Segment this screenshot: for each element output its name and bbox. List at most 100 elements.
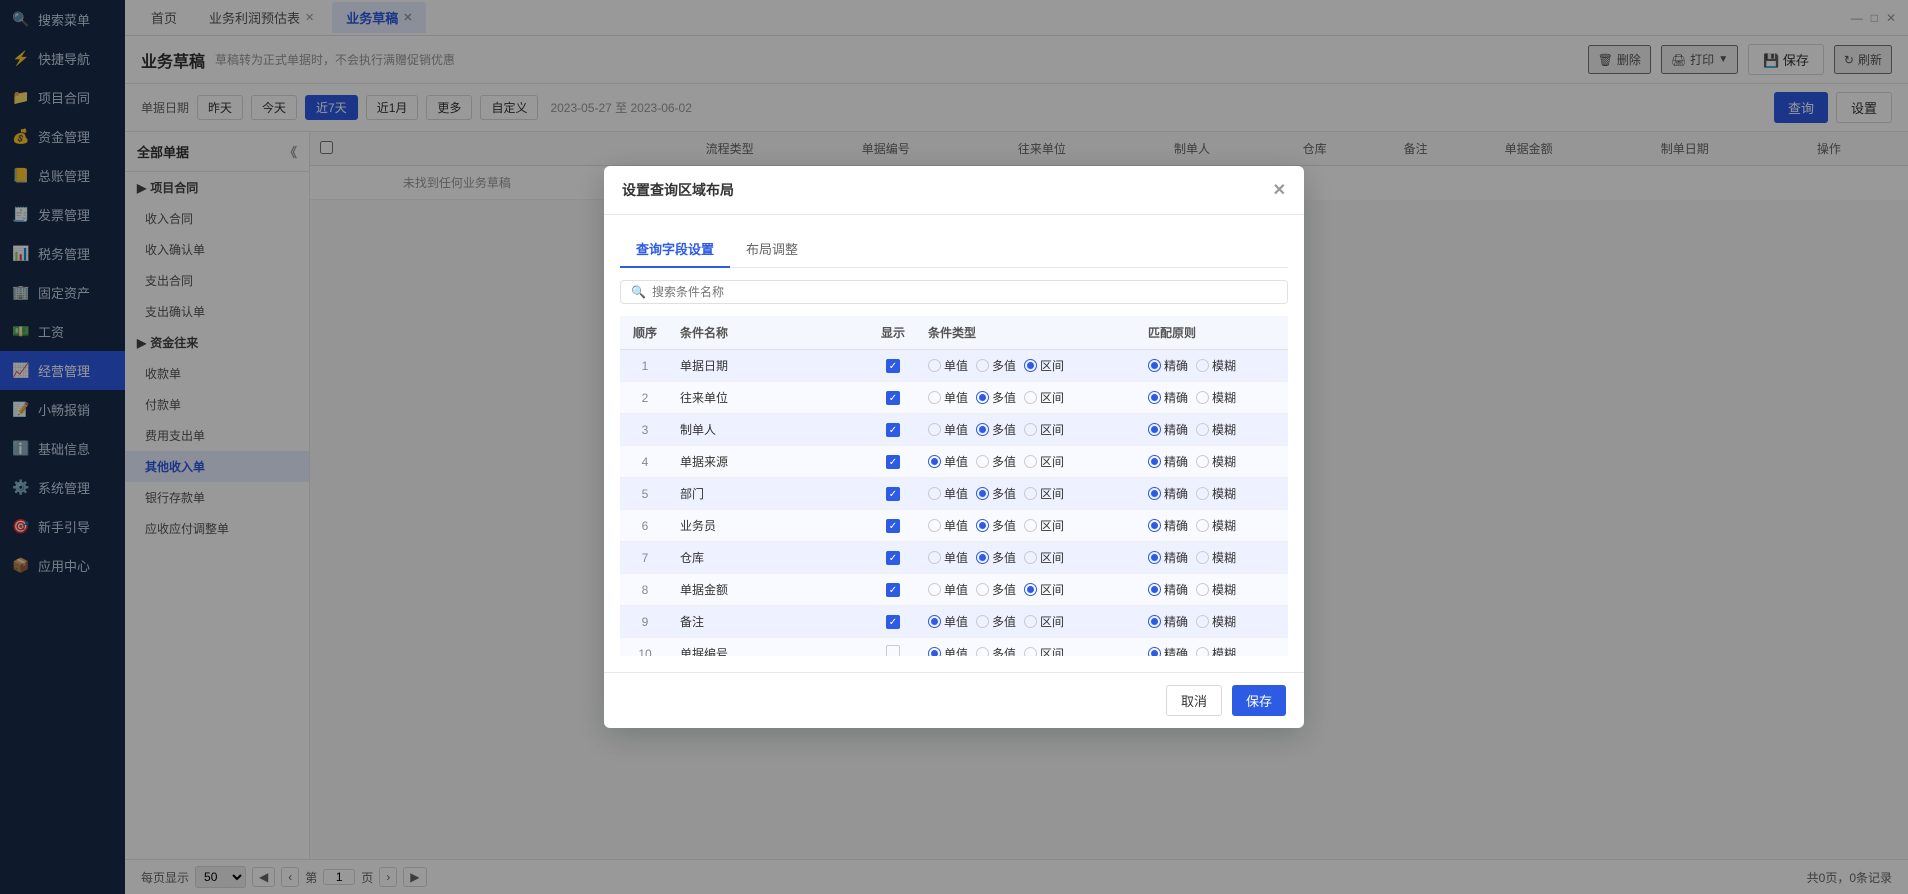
radio-circle xyxy=(976,647,989,656)
row-show-checkbox[interactable]: ✓ xyxy=(868,446,918,478)
radio-circle xyxy=(1196,487,1209,500)
row-match-principle[interactable]: 精确模糊 xyxy=(1138,638,1288,657)
radio-circle xyxy=(1024,615,1037,628)
modal-table-row: 5部门✓单值多值区间精确模糊 xyxy=(620,478,1288,510)
radio-circle xyxy=(1148,391,1161,404)
radio-circle xyxy=(1024,423,1037,436)
modal-tab-layout[interactable]: 布局调整 xyxy=(730,231,814,268)
radio-circle xyxy=(1024,455,1037,468)
row-show-checkbox[interactable] xyxy=(868,638,918,657)
modal-save-button[interactable]: 保存 xyxy=(1232,685,1286,716)
radio-circle xyxy=(1196,615,1209,628)
modal-search-input[interactable] xyxy=(652,285,1277,299)
row-show-checkbox[interactable]: ✓ xyxy=(868,510,918,542)
row-condition-name: 制单人 xyxy=(670,414,868,446)
row-condition-type[interactable]: 单值多值区间 xyxy=(918,542,1138,574)
radio-circle xyxy=(1148,551,1161,564)
radio-circle xyxy=(928,519,941,532)
modal-tab-fields[interactable]: 查询字段设置 xyxy=(620,231,730,268)
radio-circle xyxy=(976,615,989,628)
radio-circle xyxy=(928,615,941,628)
radio-circle xyxy=(1024,359,1037,372)
row-show-checkbox[interactable]: ✓ xyxy=(868,478,918,510)
modal-table-row: 9备注✓单值多值区间精确模糊 xyxy=(620,606,1288,638)
row-order: 1 xyxy=(620,350,670,382)
modal: 设置查询区域布局 ✕ 查询字段设置 布局调整 🔍 xyxy=(604,166,1304,728)
row-match-principle[interactable]: 精确模糊 xyxy=(1138,478,1288,510)
row-condition-type[interactable]: 单值多值区间 xyxy=(918,638,1138,657)
row-match-principle[interactable]: 精确模糊 xyxy=(1138,446,1288,478)
row-match-principle[interactable]: 精确模糊 xyxy=(1138,606,1288,638)
radio-circle xyxy=(1196,391,1209,404)
radio-circle xyxy=(928,647,941,656)
row-match-principle[interactable]: 精确模糊 xyxy=(1138,510,1288,542)
row-match-principle[interactable]: 精确模糊 xyxy=(1138,414,1288,446)
modal-header-row: 顺序 条件名称 显示 条件类型 匹配原则 xyxy=(620,316,1288,350)
radio-circle xyxy=(1148,423,1161,436)
modal-table: 顺序 条件名称 显示 条件类型 匹配原则 1单据日期✓单值多值区间精确模糊2往来… xyxy=(620,316,1288,656)
row-order: 3 xyxy=(620,414,670,446)
row-condition-type[interactable]: 单值多值区间 xyxy=(918,446,1138,478)
row-show-checkbox[interactable]: ✓ xyxy=(868,414,918,446)
radio-circle xyxy=(1196,551,1209,564)
modal-cancel-button[interactable]: 取消 xyxy=(1166,685,1222,716)
modal-overlay[interactable]: 设置查询区域布局 ✕ 查询字段设置 布局调整 🔍 xyxy=(0,0,1908,894)
radio-circle xyxy=(1024,487,1037,500)
radio-circle xyxy=(1196,583,1209,596)
modal-table-row: 3制单人✓单值多值区间精确模糊 xyxy=(620,414,1288,446)
radio-circle xyxy=(1196,647,1209,656)
radio-circle xyxy=(1148,615,1161,628)
row-condition-name: 仓库 xyxy=(670,542,868,574)
modal-footer: 取消 保存 xyxy=(604,672,1304,728)
modal-table-container: 顺序 条件名称 显示 条件类型 匹配原则 1单据日期✓单值多值区间精确模糊2往来… xyxy=(620,316,1288,656)
row-condition-type[interactable]: 单值多值区间 xyxy=(918,606,1138,638)
row-condition-type[interactable]: 单值多值区间 xyxy=(918,382,1138,414)
row-condition-name: 业务员 xyxy=(670,510,868,542)
radio-circle xyxy=(1196,519,1209,532)
row-match-principle[interactable]: 精确模糊 xyxy=(1138,542,1288,574)
radio-circle xyxy=(928,487,941,500)
radio-circle xyxy=(1148,455,1161,468)
row-match-principle[interactable]: 精确模糊 xyxy=(1138,382,1288,414)
modal-table-row: 8单据金额✓单值多值区间精确模糊 xyxy=(620,574,1288,606)
radio-circle xyxy=(1024,519,1037,532)
row-condition-type[interactable]: 单值多值区间 xyxy=(918,510,1138,542)
row-show-checkbox[interactable]: ✓ xyxy=(868,350,918,382)
row-match-principle[interactable]: 精确模糊 xyxy=(1138,574,1288,606)
row-condition-name: 备注 xyxy=(670,606,868,638)
radio-circle xyxy=(976,455,989,468)
col-name: 条件名称 xyxy=(670,316,868,350)
radio-circle xyxy=(976,423,989,436)
radio-circle xyxy=(928,391,941,404)
radio-circle xyxy=(1148,647,1161,656)
row-order: 6 xyxy=(620,510,670,542)
modal-table-row: 6业务员✓单值多值区间精确模糊 xyxy=(620,510,1288,542)
row-condition-type[interactable]: 单值多值区间 xyxy=(918,478,1138,510)
modal-table-row: 4单据来源✓单值多值区间精确模糊 xyxy=(620,446,1288,478)
radio-circle xyxy=(1196,423,1209,436)
row-show-checkbox[interactable]: ✓ xyxy=(868,542,918,574)
row-condition-type[interactable]: 单值多值区间 xyxy=(918,350,1138,382)
radio-circle xyxy=(928,455,941,468)
modal-close-icon[interactable]: ✕ xyxy=(1273,180,1286,200)
row-show-checkbox[interactable]: ✓ xyxy=(868,382,918,414)
row-condition-type[interactable]: 单值多值区间 xyxy=(918,574,1138,606)
row-show-checkbox[interactable]: ✓ xyxy=(868,574,918,606)
radio-circle xyxy=(928,423,941,436)
row-match-principle[interactable]: 精确模糊 xyxy=(1138,350,1288,382)
radio-circle xyxy=(1148,519,1161,532)
modal-body: 查询字段设置 布局调整 🔍 顺序 条件名称 显示 xyxy=(604,215,1304,672)
radio-circle xyxy=(976,583,989,596)
row-order: 5 xyxy=(620,478,670,510)
row-order: 9 xyxy=(620,606,670,638)
row-show-checkbox[interactable]: ✓ xyxy=(868,606,918,638)
row-order: 7 xyxy=(620,542,670,574)
col-show: 显示 xyxy=(868,316,918,350)
row-condition-name: 单据来源 xyxy=(670,446,868,478)
radio-circle xyxy=(928,551,941,564)
row-condition-type[interactable]: 单值多值区间 xyxy=(918,414,1138,446)
radio-circle xyxy=(1024,551,1037,564)
row-order: 4 xyxy=(620,446,670,478)
row-condition-name: 单据金额 xyxy=(670,574,868,606)
row-condition-name: 往来单位 xyxy=(670,382,868,414)
